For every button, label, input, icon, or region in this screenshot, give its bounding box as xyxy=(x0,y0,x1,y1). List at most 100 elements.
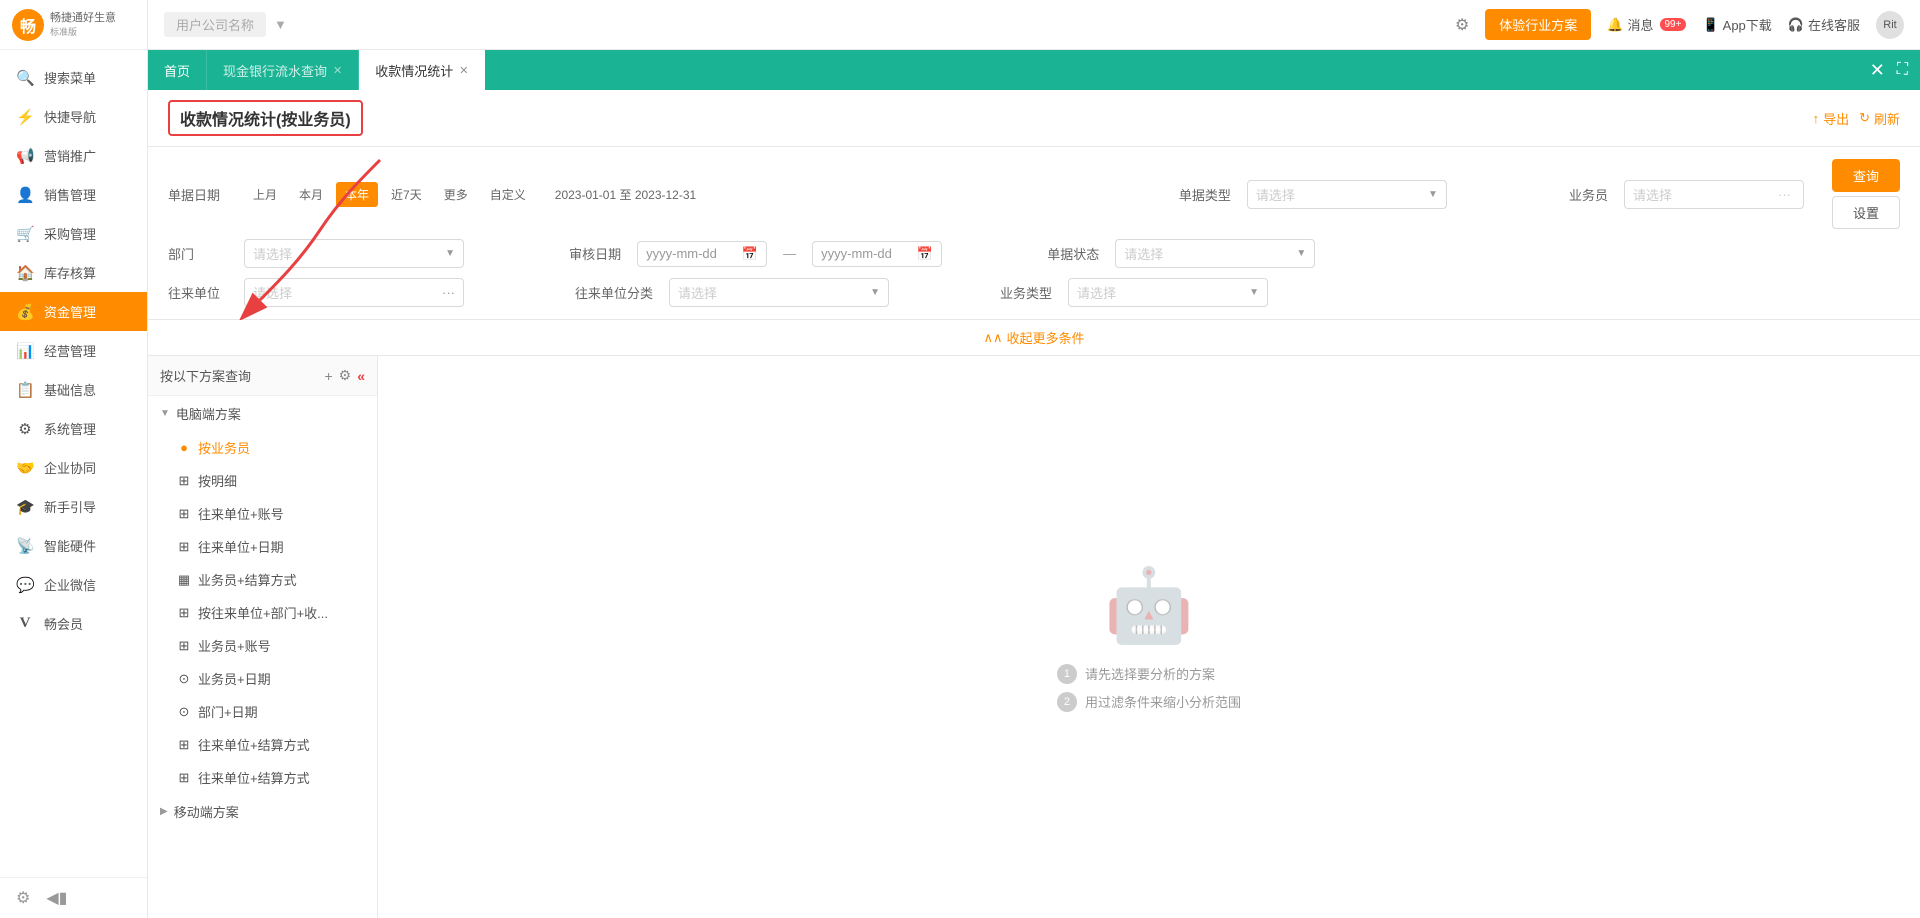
date-tab-this-month[interactable]: 本月 xyxy=(290,182,332,207)
partner-select[interactable]: 请选择 ··· xyxy=(244,278,464,307)
sidebar-item-guide[interactable]: 🎓 新手引导 xyxy=(0,487,147,526)
date-tab-this-year[interactable]: 本年 xyxy=(336,182,378,207)
tab-close-all-icon[interactable]: ✕ xyxy=(1870,60,1885,81)
date-tab-7days[interactable]: 近7天 xyxy=(382,182,431,207)
scheme-panel-actions: + ⚙ « xyxy=(324,367,365,384)
scheme-item-partner-dept[interactable]: ⊞ 按往来单位+部门+收... xyxy=(148,596,377,629)
scheme-item-by-salesman[interactable]: ● 按业务员 xyxy=(148,431,377,464)
biz-type-label: 业务类型 xyxy=(1000,283,1052,302)
export-button[interactable]: ↑ 导出 xyxy=(1813,109,1850,128)
scheme-item-label: 业务员+日期 xyxy=(198,669,271,688)
settings-footer-icon[interactable]: ⚙ xyxy=(16,888,30,908)
scheme-group-desktop[interactable]: ▼ 电脑端方案 xyxy=(148,396,377,431)
inventory-icon: 🏠 xyxy=(16,264,34,282)
scheme-item-label: 往来单位+账号 xyxy=(198,504,284,523)
notification-badge: 99+ xyxy=(1660,18,1687,31)
doc-status-select[interactable]: 请选择 ▼ xyxy=(1115,239,1315,268)
tab-expand-icon[interactable]: ⛶ xyxy=(1897,61,1908,79)
sidebar-item-wechat[interactable]: 💬 企业微信 xyxy=(0,565,147,604)
scheme-panel: 按以下方案查询 + ⚙ « ▼ 电脑端方案 ● 按业务员 xyxy=(148,356,378,918)
top-gear-icon[interactable]: ⚙ xyxy=(1455,15,1469,35)
scheme-item-salesman-settlement[interactable]: ▦ 业务员+结算方式 xyxy=(148,563,377,596)
date-tab-custom[interactable]: 自定义 xyxy=(481,182,535,207)
dropdown-arrow-icon[interactable]: ▼ xyxy=(274,17,287,32)
sidebar-item-smart-hw[interactable]: 📡 智能硬件 xyxy=(0,526,147,565)
scheme-item-icon: ⊞ xyxy=(176,770,192,786)
scheme-item-partner-date[interactable]: ⊞ 往来单位+日期 xyxy=(148,530,377,563)
sidebar-item-purchase[interactable]: 🛒 采购管理 xyxy=(0,214,147,253)
partner-category-select[interactable]: 请选择 ▼ xyxy=(669,278,889,307)
online-service-item[interactable]: 🎧 在线客服 xyxy=(1788,15,1860,34)
sidebar-item-label: 企业协同 xyxy=(44,458,96,477)
collapse-button[interactable]: ∧∧ 收起更多条件 xyxy=(983,328,1084,347)
doc-status-caret: ▼ xyxy=(1296,248,1306,259)
collapse-sidebar-icon[interactable]: ◀▮ xyxy=(46,888,67,908)
sidebar-item-finance[interactable]: 💰 资金管理 xyxy=(0,292,147,331)
scheme-group-mobile[interactable]: ▶ 移动端方案 xyxy=(148,794,377,829)
doc-type-select[interactable]: 请选择 ▼ xyxy=(1247,180,1447,209)
partner-more-icon[interactable]: ··· xyxy=(442,285,455,300)
sales-icon: 👤 xyxy=(16,186,34,204)
sidebar-item-marketing[interactable]: 📢 营销推广 xyxy=(0,136,147,175)
scheme-item-partner-settlement1[interactable]: ⊞ 往来单位+结算方式 xyxy=(148,728,377,761)
content-area: 按以下方案查询 + ⚙ « ▼ 电脑端方案 ● 按业务员 xyxy=(148,356,1920,918)
dept-select[interactable]: 请选择 ▼ xyxy=(244,239,464,268)
tab-receipt-stat[interactable]: 收款情况统计 ✕ xyxy=(359,50,485,90)
sidebar-item-label: 营销推广 xyxy=(44,146,96,165)
page-content: 收款情况统计(按业务员) ↑ 导出 ↻ 刷新 单据日期 上月 本月 本年 xyxy=(148,90,1920,918)
tab-bank-flow[interactable]: 现金银行流水查询 ✕ xyxy=(207,50,359,90)
filter-row-1: 单据日期 上月 本月 本年 近7天 更多 自定义 2023-01-01 至 20… xyxy=(168,159,1900,229)
partner-label: 往来单位 xyxy=(168,283,228,302)
date-range-display: 2023-01-01 至 2023-12-31 xyxy=(555,186,696,203)
sidebar-item-enterprise[interactable]: 🤝 企业协同 xyxy=(0,448,147,487)
scheme-item-dept-date[interactable]: ⊙ 部门+日期 xyxy=(148,695,377,728)
sidebar-item-member[interactable]: V 畅会员 xyxy=(0,604,147,643)
enterprise-icon: 🤝 xyxy=(16,459,34,477)
app-download-item[interactable]: 📱 App下载 xyxy=(1702,15,1771,34)
date-tab-last-month[interactable]: 上月 xyxy=(244,182,286,207)
sidebar-item-sales[interactable]: 👤 销售管理 xyxy=(0,175,147,214)
scheme-item-partner-account[interactable]: ⊞ 往来单位+账号 xyxy=(148,497,377,530)
sidebar-item-operation[interactable]: 📊 经营管理 xyxy=(0,331,147,370)
sidebar-item-system[interactable]: ⚙ 系统管理 xyxy=(0,409,147,448)
logo-badge: 标准版 xyxy=(50,25,116,38)
date-tab-more[interactable]: 更多 xyxy=(435,182,477,207)
sidebar: 畅 畅捷通好生意 标准版 🔍 搜索菜单 ⚡ 快捷导航 📢 营销推广 👤 销售管理… xyxy=(0,0,148,918)
sidebar-item-basic[interactable]: 📋 基础信息 xyxy=(0,370,147,409)
wechat-icon: 💬 xyxy=(16,576,34,594)
tab-bank-flow-close[interactable]: ✕ xyxy=(333,64,342,77)
sidebar-item-label: 系统管理 xyxy=(44,419,96,438)
trial-button[interactable]: 体验行业方案 xyxy=(1485,9,1591,40)
settings-button[interactable]: 设置 xyxy=(1832,196,1900,229)
scheme-item-by-detail[interactable]: ⊞ 按明细 xyxy=(148,464,377,497)
review-date-start[interactable]: yyyy-mm-dd 📅 xyxy=(637,241,767,267)
filter-row-3: 往来单位 请选择 ··· 往来单位分类 请选择 ▼ 业务类型 请选择 ▼ xyxy=(168,278,1900,307)
user-avatar[interactable]: Rit xyxy=(1876,11,1904,39)
tip-2-num: 2 xyxy=(1057,692,1077,712)
sidebar-item-inventory[interactable]: 🏠 库存核算 xyxy=(0,253,147,292)
scheme-add-button[interactable]: + xyxy=(324,368,332,384)
scheme-item-partner-settlement2[interactable]: ⊞ 往来单位+结算方式 xyxy=(148,761,377,794)
sidebar-item-search-menu[interactable]: 🔍 搜索菜单 xyxy=(0,58,147,97)
calendar-icon[interactable]: 📅 xyxy=(742,246,758,262)
refresh-button[interactable]: ↻ 刷新 xyxy=(1859,109,1900,128)
scheme-collapse-button[interactable]: « xyxy=(357,368,365,384)
tab-home[interactable]: 首页 xyxy=(148,50,207,90)
query-button[interactable]: 查询 xyxy=(1832,159,1900,192)
sidebar-item-label: 经营管理 xyxy=(44,341,96,360)
online-service-label: 在线客服 xyxy=(1808,15,1860,34)
scheme-item-label: 往来单位+日期 xyxy=(198,537,284,556)
scheme-item-salesman-account[interactable]: ⊞ 业务员+账号 xyxy=(148,629,377,662)
calendar-end-icon[interactable]: 📅 xyxy=(917,246,933,262)
review-date-end[interactable]: yyyy-mm-dd 📅 xyxy=(812,241,942,267)
scheme-item-salesman-date[interactable]: ⊙ 业务员+日期 xyxy=(148,662,377,695)
salesman-more-icon[interactable]: ··· xyxy=(1778,187,1791,202)
notification-item[interactable]: 🔔 消息 99+ xyxy=(1607,15,1686,34)
biz-type-select[interactable]: 请选择 ▼ xyxy=(1068,278,1268,307)
sidebar-item-quick-nav[interactable]: ⚡ 快捷导航 xyxy=(0,97,147,136)
tab-receipt-stat-close[interactable]: ✕ xyxy=(459,64,468,77)
salesman-select[interactable]: 请选择 ··· xyxy=(1624,180,1804,209)
right-content: 🤖 1 请先选择要分析的方案 2 用过滤条件来缩小分析范围 xyxy=(378,356,1920,918)
scheme-settings-button[interactable]: ⚙ xyxy=(339,367,352,384)
scheme-panel-title: 按以下方案查询 xyxy=(160,366,251,385)
